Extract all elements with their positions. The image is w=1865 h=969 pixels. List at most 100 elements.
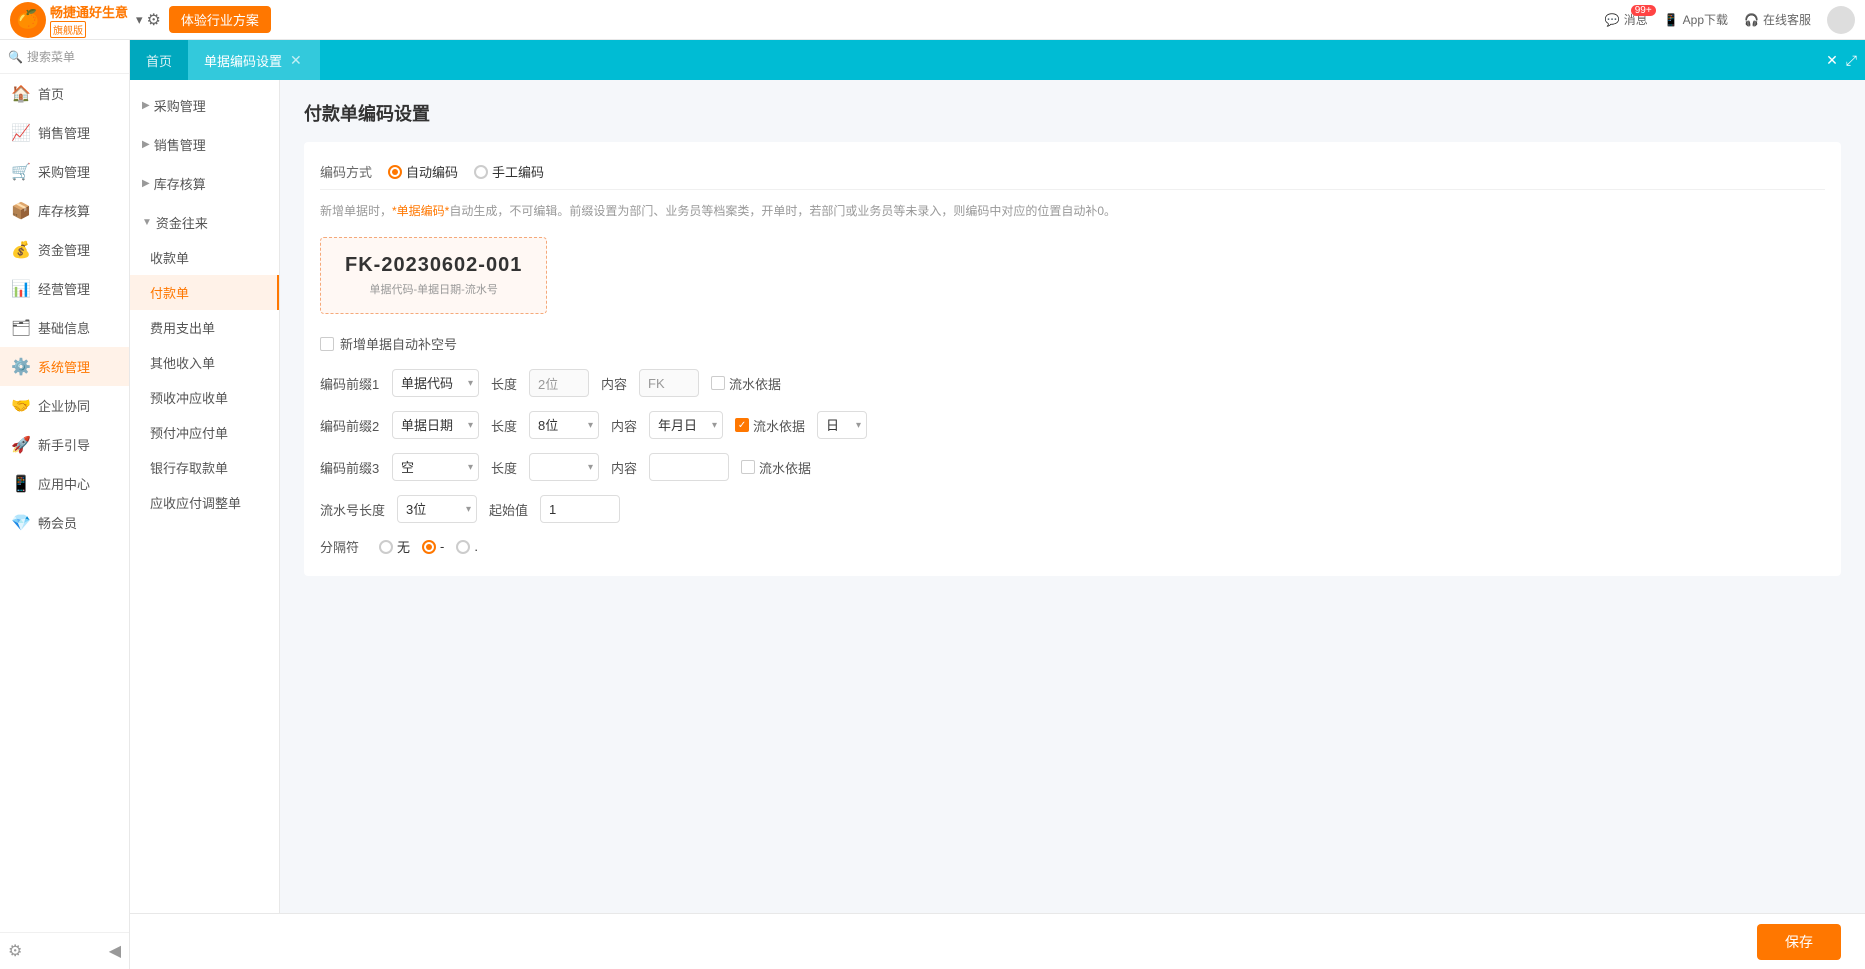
sub-item-receipt[interactable]: 收款单	[130, 240, 279, 275]
prefix1-flowing-checkbox[interactable]	[711, 376, 725, 390]
trial-button[interactable]: 体验行业方案	[169, 6, 271, 33]
prefix1-length-input	[529, 369, 589, 397]
topbar-dropdown-btn[interactable]: ▾	[136, 12, 143, 28]
sidebar: 🔍 搜索菜单 🏠 首页 📈 销售管理 🛒 采购管理 📦 库存核算 💰	[0, 40, 130, 969]
sub-group-capital: ▼ 资金往来 收款单 付款单 费用支出单 其他收入单 预收冲应收单 预付冲应付单…	[130, 205, 279, 520]
sidebar-item-sales[interactable]: 📈 销售管理	[0, 113, 129, 152]
sub-item-expense[interactable]: 费用支出单	[130, 310, 279, 345]
prefix3-length-select[interactable]	[529, 453, 599, 481]
prefix3-select-wrapper: 空 单据代码 部门 业务员 ▾	[392, 453, 479, 481]
ops-icon: 📊	[12, 280, 30, 298]
sub-group-inventory: ▶ 库存核算	[130, 166, 279, 201]
logo-text: 畅捷通好生意 旗舰版	[50, 2, 128, 38]
prefix1-select[interactable]: 单据代码 部门 业务员 空	[392, 369, 479, 397]
sub-item-prepaid-receipt[interactable]: 预收冲应收单	[130, 380, 279, 415]
code-preview: FK-20230602-001 单据代码-单据日期-流水号	[320, 237, 547, 314]
sep-dot[interactable]: .	[456, 539, 478, 554]
prefix3-flowing: 流水依据	[741, 458, 811, 477]
radio-manual[interactable]: 手工编码	[474, 162, 544, 181]
sidebar-nav: 🏠 首页 📈 销售管理 🛒 采购管理 📦 库存核算 💰 资金管理 📊 经	[0, 74, 129, 932]
sidebar-item-guide[interactable]: 🚀 新手引导	[0, 425, 129, 464]
sidebar-collapse-btn[interactable]: ◀	[109, 941, 121, 961]
sidebar-item-ops[interactable]: 📊 经营管理	[0, 269, 129, 308]
sidebar-search[interactable]: 🔍 搜索菜单	[0, 40, 129, 74]
sidebar-item-corp[interactable]: 🤝 企业协同	[0, 386, 129, 425]
sidebar-item-purchase[interactable]: 🛒 采购管理	[0, 152, 129, 191]
sub-item-prepaid-payment[interactable]: 预付冲应付单	[130, 415, 279, 450]
topbar-settings-btn[interactable]: ⚙	[147, 10, 161, 30]
app-download-btn[interactable]: 📱 App下载	[1664, 11, 1728, 28]
sep-none-circle	[379, 540, 393, 554]
save-button[interactable]: 保存	[1757, 924, 1841, 960]
code-preview-sub: 单据代码-单据日期-流水号	[345, 281, 522, 297]
prefix2-period-select[interactable]: 日 月 年	[817, 411, 867, 439]
prefix3-flowing-checkbox[interactable]	[741, 460, 755, 474]
sidebar-item-inventory[interactable]: 📦 库存核算	[0, 191, 129, 230]
bottom-bar: 保存	[130, 913, 1865, 969]
sub-group-sales-header[interactable]: ▶ 销售管理	[130, 127, 279, 162]
sep-dash[interactable]: -	[422, 539, 444, 554]
sidebar-bottom: ⚙ ◀	[0, 932, 129, 969]
sidebar-item-base[interactable]: 🗂 基础信息	[0, 308, 129, 347]
logo: 🍊 畅捷通好生意 旗舰版	[10, 2, 128, 38]
base-icon: 🗂	[12, 319, 30, 337]
sub-group-sales: ▶ 销售管理	[130, 127, 279, 162]
sidebar-settings-btn[interactable]: ⚙	[8, 941, 22, 961]
sidebar-item-member[interactable]: 💎 畅会员	[0, 503, 129, 542]
sub-item-bank-deposit[interactable]: 银行存取款单	[130, 450, 279, 485]
sidebar-item-home[interactable]: 🏠 首页	[0, 74, 129, 113]
encoding-section: 编码方式 自动编码 手工编码	[304, 142, 1841, 576]
serial-length-wrapper: 3位 4位 5位 6位 ▾	[397, 495, 477, 523]
topbar-nav: ▾ ⚙	[136, 10, 161, 30]
sub-group-capital-header[interactable]: ▼ 资金往来	[130, 205, 279, 240]
prefix2-row: 编码前缀2 单据日期 部门 业务员 空 ▾ 长度	[320, 411, 1825, 439]
apps-icon: 📱	[12, 475, 30, 493]
sub-group-purchase-header[interactable]: ▶ 采购管理	[130, 88, 279, 123]
tabbar-fullscreen-btn[interactable]: ⤢	[1846, 52, 1857, 69]
prefix2-select[interactable]: 单据日期 部门 业务员 空	[392, 411, 479, 439]
right-panel: 首页 单据编码设置 ✕ ✕ ⤢ ▶ 采购管理	[130, 40, 1865, 969]
sub-item-payment[interactable]: 付款单	[130, 275, 279, 310]
tab-close-btn[interactable]: ✕	[288, 52, 304, 69]
member-icon: 💎	[12, 514, 30, 532]
sub-group-inventory-header[interactable]: ▶ 库存核算	[130, 166, 279, 201]
prefix2-length-select[interactable]: 8位 6位 4位	[529, 411, 599, 439]
sub-item-other-income[interactable]: 其他收入单	[130, 345, 279, 380]
prefix2-content-select[interactable]: 年月日 年月 年	[649, 411, 723, 439]
tab-encoding[interactable]: 单据编码设置 ✕	[188, 40, 320, 80]
serial-length-select[interactable]: 3位 4位 5位 6位	[397, 495, 477, 523]
topbar-left: 🍊 畅捷通好生意 旗舰版 ▾ ⚙ 体验行业方案	[10, 2, 271, 38]
online-service-btn[interactable]: 🎧 在线客服	[1744, 11, 1811, 28]
radio-manual-circle	[474, 165, 488, 179]
sales-arrow: ▶	[142, 139, 150, 150]
topbar: 🍊 畅捷通好生意 旗舰版 ▾ ⚙ 体验行业方案 💬 消息 99+ 📱 App下载…	[0, 0, 1865, 40]
start-value-input[interactable]	[540, 495, 620, 523]
prefix3-content-input[interactable]	[649, 453, 729, 481]
sales-icon: 📈	[12, 124, 30, 142]
inventory-icon: 📦	[12, 202, 30, 220]
sidebar-item-system[interactable]: ⚙️ 系统管理	[0, 347, 129, 386]
tab-home[interactable]: 首页	[130, 40, 188, 80]
app-icon: 📱	[1664, 13, 1679, 27]
prefix2-flowing-checkbox[interactable]: ✓	[735, 418, 749, 432]
topbar-right: 💬 消息 99+ 📱 App下载 🎧 在线客服	[1605, 6, 1855, 34]
tabbar-actions: ✕ ⤢	[1818, 40, 1865, 80]
sidebar-item-finance[interactable]: 💰 资金管理	[0, 230, 129, 269]
prefix2-content-wrapper: 年月日 年月 年 ▾	[649, 411, 723, 439]
corp-icon: 🤝	[12, 397, 30, 415]
radio-auto[interactable]: 自动编码	[388, 162, 458, 181]
prefix3-select[interactable]: 空 单据代码 部门 业务员	[392, 453, 479, 481]
tabbar-close-btn[interactable]: ✕	[1826, 52, 1838, 69]
radio-auto-circle	[388, 165, 402, 179]
avatar[interactable]	[1827, 6, 1855, 34]
tabbar: 首页 单据编码设置 ✕ ✕ ⤢	[130, 40, 1865, 80]
message-btn[interactable]: 💬 消息 99+	[1605, 11, 1648, 28]
main-content: 付款单编码设置 编码方式 自动编码 手工编码	[280, 80, 1865, 913]
auto-fill-checkbox[interactable]	[320, 337, 334, 351]
capital-arrow: ▼	[142, 217, 152, 228]
finance-icon: 💰	[12, 241, 30, 259]
sub-item-payable-adjust[interactable]: 应收应付调整单	[130, 485, 279, 520]
prefix2-period-wrapper: 日 月 年 ▾	[817, 411, 867, 439]
sep-none[interactable]: 无	[379, 537, 410, 556]
sidebar-item-apps[interactable]: 📱 应用中心	[0, 464, 129, 503]
